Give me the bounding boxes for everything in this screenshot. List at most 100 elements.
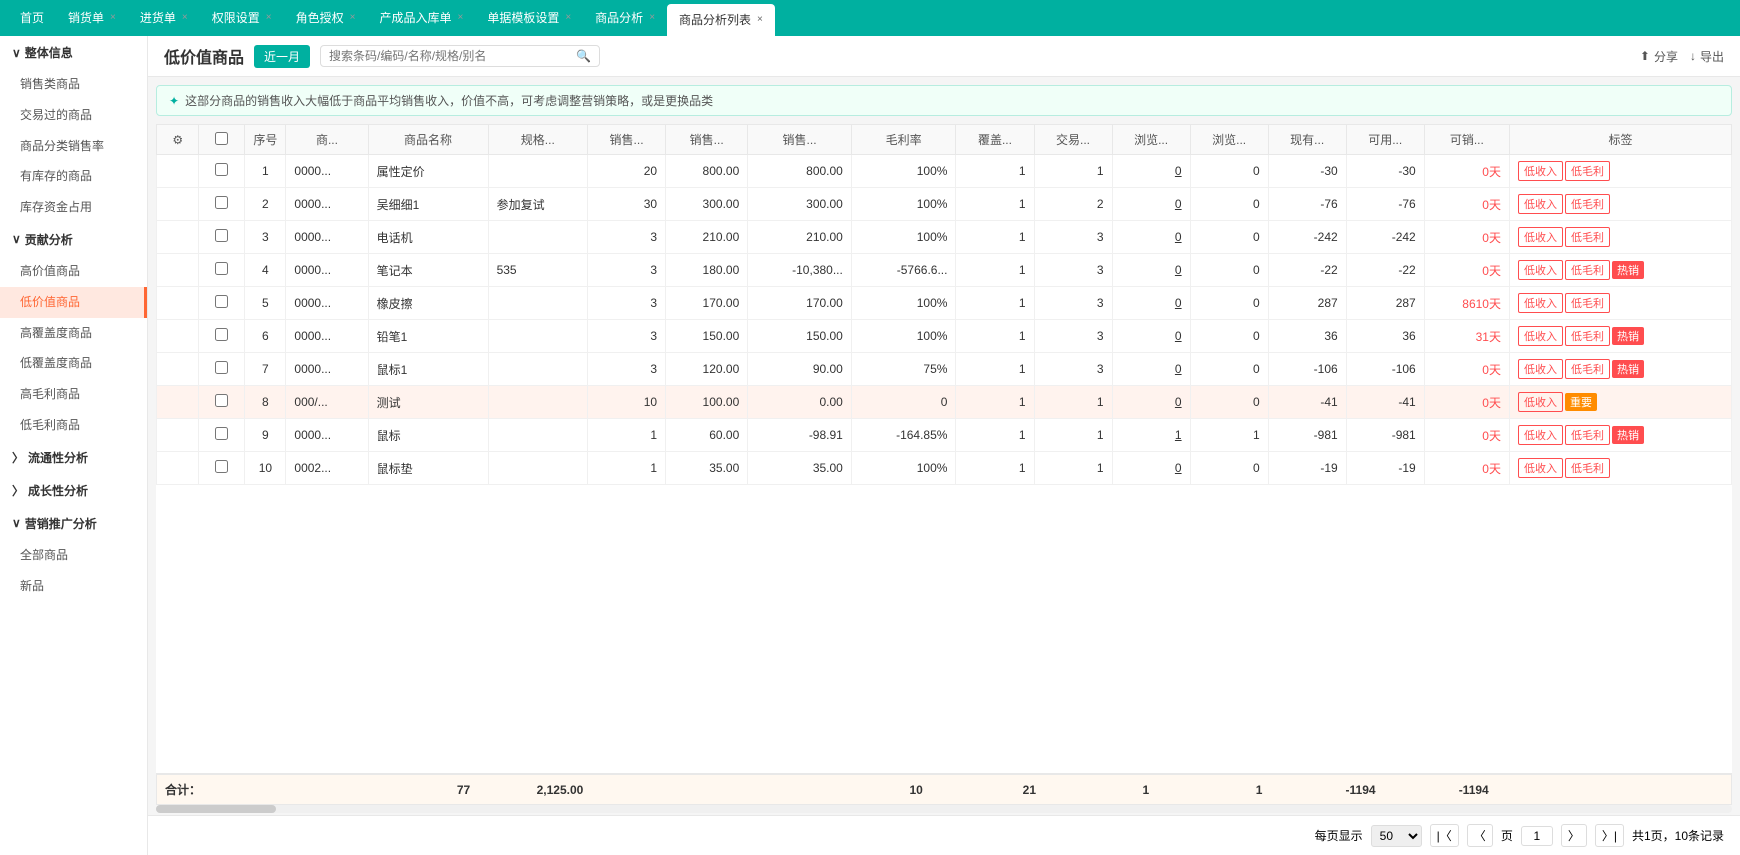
cell-tags: 低收入重要 <box>1509 386 1731 419</box>
cell-browse1[interactable]: 0 <box>1112 221 1190 254</box>
cell-stock: -106 <box>1268 353 1346 386</box>
share-button[interactable]: ⬆ 分享 <box>1640 48 1678 65</box>
row-checkbox[interactable] <box>215 427 228 440</box>
product-table: ⚙ 序号 商... 商品名称 规格... 销售... 销售... 销售... 毛… <box>156 124 1732 485</box>
sidebar-item-new-products[interactable]: 新品 <box>0 571 147 602</box>
sidebar-item-high-value[interactable]: 高价值商品 <box>0 256 147 287</box>
nav-role-auth[interactable]: 角色授权 × <box>284 0 368 36</box>
cell-browse1[interactable]: 0 <box>1112 353 1190 386</box>
close-icon[interactable]: × <box>110 0 116 36</box>
sidebar-item-stock-capital[interactable]: 库存资金占用 <box>0 192 147 223</box>
nav-product-analysis-list[interactable]: 商品分析列表 × <box>667 4 775 36</box>
nav-product-analysis[interactable]: 商品分析 × <box>583 0 667 36</box>
sidebar-item-category-sales-rate[interactable]: 商品分类销售率 <box>0 131 147 162</box>
row-checkbox[interactable] <box>215 196 228 209</box>
sidebar-item-high-margin[interactable]: 高毛利商品 <box>0 379 147 410</box>
nav-permissions[interactable]: 权限设置 × <box>200 0 284 36</box>
cell-spec <box>488 452 587 485</box>
cell-empty <box>157 386 199 419</box>
tag-label: 低毛利 <box>1565 359 1610 379</box>
next-page-button[interactable]: 〉 <box>1561 824 1587 847</box>
nav-home[interactable]: 首页 <box>8 0 56 36</box>
cell-browse1[interactable]: 0 <box>1112 452 1190 485</box>
cell-empty <box>157 452 199 485</box>
sidebar-item-traded-products[interactable]: 交易过的商品 <box>0 100 147 131</box>
col-spec: 规格... <box>488 125 587 155</box>
share-icon: ⬆ <box>1640 49 1650 63</box>
cell-browse1[interactable]: 0 <box>1112 188 1190 221</box>
cell-browse1[interactable]: 0 <box>1112 386 1190 419</box>
cell-stock: -22 <box>1268 254 1346 287</box>
cell-code: 0000... <box>286 419 368 452</box>
cell-spec <box>488 320 587 353</box>
sidebar-group-growth[interactable]: 〉 成长性分析 <box>0 474 147 507</box>
prev-page-button[interactable]: 〈 <box>1467 824 1493 847</box>
select-all-checkbox[interactable] <box>215 132 228 145</box>
chevron-down-icon: ∨ <box>12 516 21 530</box>
search-input[interactable] <box>329 49 570 63</box>
table-header-row: ⚙ 序号 商... 商品名称 规格... 销售... 销售... 销售... 毛… <box>157 125 1732 155</box>
close-icon[interactable]: × <box>757 4 763 36</box>
sidebar-group-circulation[interactable]: 〉 流通性分析 <box>0 441 147 474</box>
close-icon[interactable]: × <box>350 0 356 36</box>
sidebar-item-low-value[interactable]: 低价值商品 <box>0 287 147 318</box>
cell-checkbox <box>199 254 245 287</box>
close-icon[interactable]: × <box>565 0 571 36</box>
per-page-select[interactable]: 50 100 200 <box>1371 825 1422 847</box>
row-checkbox[interactable] <box>215 460 228 473</box>
cell-gross: 100% <box>851 287 956 320</box>
nav-product-inbound[interactable]: 产成品入库单 × <box>367 0 475 36</box>
last-page-button[interactable]: 〉| <box>1595 824 1624 847</box>
cell-tags: 低收入低毛利热销 <box>1509 254 1731 287</box>
cell-name: 属性定价 <box>368 155 488 188</box>
row-checkbox[interactable] <box>215 229 228 242</box>
sidebar-item-sales-products[interactable]: 销售类商品 <box>0 69 147 100</box>
nav-sales-order[interactable]: 销货单 × <box>56 0 128 36</box>
days-value: 0天 <box>1482 363 1501 377</box>
cell-browse1[interactable]: 0 <box>1112 254 1190 287</box>
sidebar-item-high-coverage[interactable]: 高覆盖度商品 <box>0 318 147 349</box>
gear-icon[interactable]: ⚙ <box>172 133 183 147</box>
close-icon[interactable]: × <box>457 0 463 36</box>
cell-browse2: 0 <box>1190 254 1268 287</box>
cell-trade: 1 <box>1034 386 1112 419</box>
row-checkbox[interactable] <box>215 328 228 341</box>
sidebar-item-stocked-products[interactable]: 有库存的商品 <box>0 161 147 192</box>
row-checkbox[interactable] <box>215 262 228 275</box>
sidebar-group-overview[interactable]: ∨ 整体信息 <box>0 36 147 69</box>
sidebar-item-low-margin[interactable]: 低毛利商品 <box>0 410 147 441</box>
cell-browse1[interactable]: 1 <box>1112 419 1190 452</box>
cell-browse1[interactable]: 0 <box>1112 287 1190 320</box>
horizontal-scrollbar[interactable] <box>156 805 1732 813</box>
row-checkbox[interactable] <box>215 163 228 176</box>
row-checkbox[interactable] <box>215 361 228 374</box>
cell-gross: 75% <box>851 353 956 386</box>
nav-template-settings[interactable]: 单据模板设置 × <box>475 0 583 36</box>
cell-sale1: 35.00 <box>666 452 748 485</box>
search-icon[interactable]: 🔍 <box>576 49 591 63</box>
sidebar-item-all-products[interactable]: 全部商品 <box>0 540 147 571</box>
sidebar-group-contribution[interactable]: ∨ 贡献分析 <box>0 223 147 256</box>
close-icon[interactable]: × <box>649 0 655 36</box>
nav-purchase-order[interactable]: 进货单 × <box>128 0 200 36</box>
cell-avail: -22 <box>1346 254 1424 287</box>
col-settings[interactable]: ⚙ <box>157 125 199 155</box>
cell-browse1[interactable]: 0 <box>1112 155 1190 188</box>
cell-sale2: -10,380... <box>748 254 852 287</box>
col-name: 商品名称 <box>368 125 488 155</box>
sidebar-group-marketing[interactable]: ∨ 营销推广分析 <box>0 507 147 540</box>
export-button[interactable]: ↓ 导出 <box>1690 48 1724 65</box>
page-number-input[interactable] <box>1521 826 1553 846</box>
cell-checkbox <box>199 452 245 485</box>
cell-browse1[interactable]: 0 <box>1112 320 1190 353</box>
sidebar-item-low-coverage[interactable]: 低覆盖度商品 <box>0 348 147 379</box>
close-icon[interactable]: × <box>182 0 188 36</box>
cell-browse2: 1 <box>1190 419 1268 452</box>
filter-recent-month-button[interactable]: 近一月 <box>254 45 310 68</box>
scrollbar-thumb[interactable] <box>156 805 276 813</box>
close-icon[interactable]: × <box>266 0 272 36</box>
row-checkbox[interactable] <box>215 394 228 407</box>
first-page-button[interactable]: |〈 <box>1430 824 1459 847</box>
cell-empty <box>157 254 199 287</box>
row-checkbox[interactable] <box>215 295 228 308</box>
